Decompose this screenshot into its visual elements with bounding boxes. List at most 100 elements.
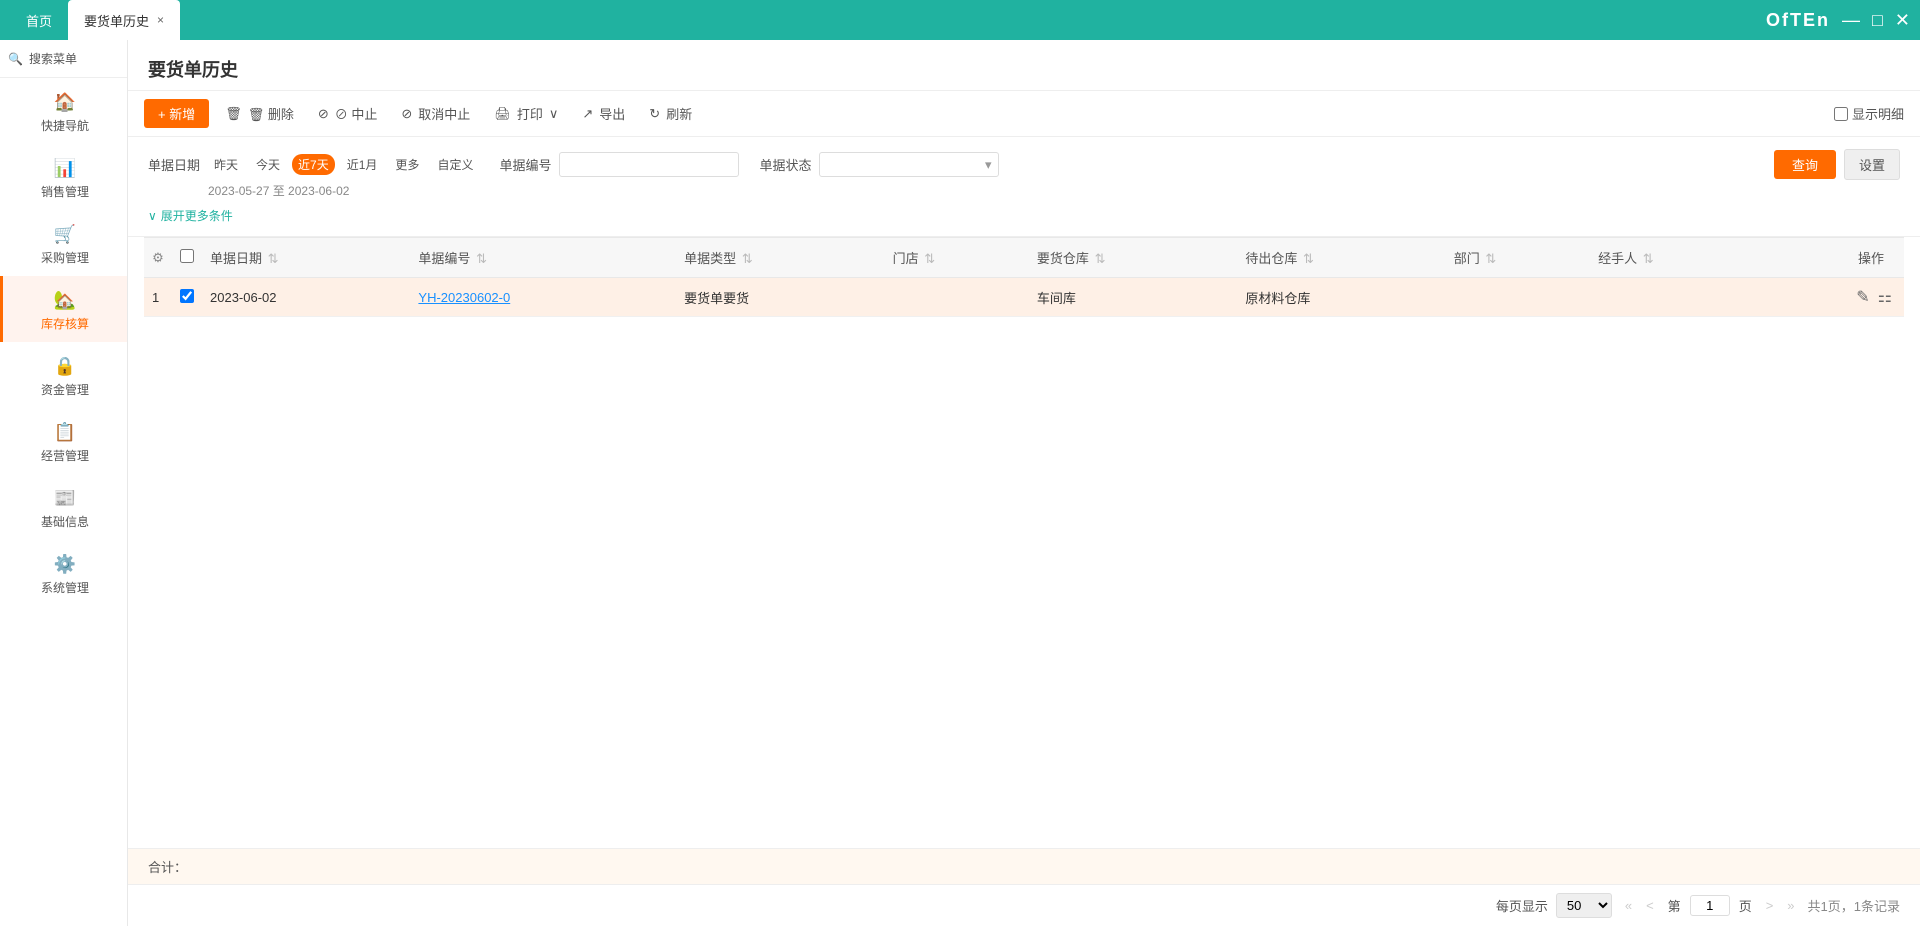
table-body: 1 2023-06-02 YH-20230602-0 要货单要货 车间库 原材料… xyxy=(144,278,1904,317)
row-reqwarehouse: 车间库 xyxy=(1029,278,1237,317)
sidebar-item-inventory[interactable]: 🏡 库存核算 xyxy=(0,276,127,342)
show-detail-label: 显示明细 xyxy=(1852,104,1904,123)
sidebar-item-label: 资金管理 xyxy=(41,381,89,398)
row-actions: ✎ ⚏ xyxy=(1766,278,1904,317)
top-bar: 首页 要货单历史 × OfTEn — □ ✕ xyxy=(0,0,1920,40)
export-icon: ↗ xyxy=(582,106,593,122)
sidebar-item-basic[interactable]: 📰 基础信息 xyxy=(0,474,127,540)
brand-text: OfTEn xyxy=(1766,10,1830,31)
sidebar-item-system[interactable]: ⚙️ 系统管理 xyxy=(0,540,127,606)
sort-pendingwh-icon[interactable]: ⇅ xyxy=(1303,251,1314,266)
page-input[interactable] xyxy=(1690,895,1730,916)
status-select[interactable] xyxy=(819,152,999,177)
page-unit: 页 xyxy=(1734,894,1757,917)
shortcut-custom[interactable]: 自定义 xyxy=(431,154,479,175)
sort-dept-icon[interactable]: ⇅ xyxy=(1485,251,1496,266)
col-docno: 单据编号 ⇅ xyxy=(410,238,676,278)
refresh-button[interactable]: ↻ 刷新 xyxy=(641,100,700,127)
sort-handler-icon[interactable]: ⇅ xyxy=(1643,251,1654,266)
filter-actions: 查询 设置 xyxy=(1774,149,1900,180)
sidebar-item-operation[interactable]: 📋 经营管理 xyxy=(0,408,127,474)
sidebar-item-sales[interactable]: 📊 销售管理 xyxy=(0,144,127,210)
new-button[interactable]: + 新增 xyxy=(144,99,209,128)
col-settings[interactable]: ⚙ xyxy=(144,238,172,278)
sidebar-item-label: 系统管理 xyxy=(41,579,89,596)
tab-home[interactable]: 首页 xyxy=(10,0,68,40)
content-header: 要货单历史 xyxy=(128,40,1920,91)
shortcut-more[interactable]: 更多 xyxy=(389,154,425,175)
docno-input[interactable] xyxy=(559,152,739,177)
next-page-btn[interactable]: > xyxy=(1761,896,1779,915)
row-select-checkbox[interactable] xyxy=(180,289,194,303)
main-table: ⚙ 单据日期 ⇅ 单据编号 ⇅ 单据类型 xyxy=(144,237,1904,317)
system-icon: ⚙️ xyxy=(54,554,76,575)
print-button[interactable]: 🖨 打印 ∨ xyxy=(486,100,566,127)
quick-nav-icon: 🏠 xyxy=(54,92,76,113)
col-store: 门店 ⇅ xyxy=(885,238,1029,278)
close-icon[interactable]: ✕ xyxy=(1895,10,1910,31)
docno-filter: 单据编号 xyxy=(499,152,739,177)
basic-icon: 📰 xyxy=(54,488,76,509)
setting-button[interactable]: 设置 xyxy=(1844,149,1900,180)
sidebar-item-label: 库存核算 xyxy=(41,315,89,332)
status-select-wrap xyxy=(819,152,999,177)
col-date: 单据日期 ⇅ xyxy=(202,238,410,278)
sort-reqwh-icon[interactable]: ⇅ xyxy=(1095,251,1106,266)
sidebar-search[interactable]: 🔍 搜索菜单 xyxy=(0,40,127,78)
content-area: 要货单历史 + 新增 🗑 🗑 删除 ⊘ ⊘ 中止 ⊘ 取消中止 🖨 打印 ∨ xyxy=(128,40,1920,926)
sidebar-item-purchase[interactable]: 🛒 采购管理 xyxy=(0,210,127,276)
filter-row: 单据日期 昨天 今天 近7天 近1月 更多 自定义 单据编号 xyxy=(148,149,1900,180)
pagination-info: 共1页，1条记录 xyxy=(1808,896,1900,915)
sort-store-icon[interactable]: ⇅ xyxy=(924,251,935,266)
show-detail-checkbox[interactable] xyxy=(1834,107,1848,121)
minimize-icon[interactable]: — xyxy=(1842,10,1860,31)
sidebar-search-label: 搜索菜单 xyxy=(29,50,77,67)
stop-button[interactable]: ⊘ ⊘ 中止 xyxy=(310,100,386,127)
expand-more[interactable]: ∨ 展开更多条件 xyxy=(148,207,1900,224)
sidebar: 🔍 搜索菜单 🏠 快捷导航 📊 销售管理 🛒 采购管理 🏡 库存核算 🔒 资金管… xyxy=(0,40,128,926)
sidebar-item-finance[interactable]: 🔒 资金管理 xyxy=(0,342,127,408)
sort-docno-icon[interactable]: ⇅ xyxy=(476,251,487,266)
stop-icon: ⊘ xyxy=(318,106,329,122)
docno-label: 单据编号 xyxy=(499,155,551,174)
sort-doctype-icon[interactable]: ⇅ xyxy=(742,251,753,266)
page-label: 第 xyxy=(1663,894,1686,917)
query-button[interactable]: 查询 xyxy=(1774,150,1836,179)
top-bar-right: OfTEn — □ ✕ xyxy=(1766,10,1910,31)
tab-active[interactable]: 要货单历史 × xyxy=(68,0,180,40)
cancel-stop-button[interactable]: ⊘ 取消中止 xyxy=(393,100,478,127)
pagination: 每页显示 50 100 « < 第 页 > » 共1页，1条记录 xyxy=(128,884,1920,926)
last-page-btn[interactable]: » xyxy=(1782,896,1799,915)
col-pendingwarehouse: 待出仓库 ⇅ xyxy=(1237,238,1445,278)
select-all-checkbox[interactable] xyxy=(180,249,194,263)
row-docno[interactable]: YH-20230602-0 xyxy=(410,278,676,317)
shortcut-yesterday[interactable]: 昨天 xyxy=(208,154,244,175)
export-button[interactable]: ↗ 导出 xyxy=(574,100,633,127)
tab-close-icon[interactable]: × xyxy=(157,13,164,27)
row-doctype: 要货单要货 xyxy=(676,278,884,317)
col-dept: 部门 ⇅ xyxy=(1446,238,1590,278)
detail-icon[interactable]: ⚏ xyxy=(1878,287,1892,307)
shortcut-today[interactable]: 今天 xyxy=(250,154,286,175)
main-layout: 🔍 搜索菜单 🏠 快捷导航 📊 销售管理 🛒 采购管理 🏡 库存核算 🔒 资金管… xyxy=(0,40,1920,926)
sidebar-item-quick-nav[interactable]: 🏠 快捷导航 xyxy=(0,78,127,144)
sort-date-icon[interactable]: ⇅ xyxy=(268,251,279,266)
delete-icon: 🗑 xyxy=(225,106,242,122)
finance-icon: 🔒 xyxy=(54,356,76,377)
shortcut-1month[interactable]: 近1月 xyxy=(341,154,384,175)
maximize-icon[interactable]: □ xyxy=(1872,10,1883,31)
table-head: ⚙ 单据日期 ⇅ 单据编号 ⇅ 单据类型 xyxy=(144,238,1904,278)
row-checkbox xyxy=(172,278,202,317)
first-page-btn[interactable]: « xyxy=(1620,896,1637,915)
sidebar-item-label: 销售管理 xyxy=(41,183,89,200)
row-store xyxy=(885,278,1029,317)
operation-icon: 📋 xyxy=(54,422,76,443)
edit-icon[interactable]: ✎ xyxy=(1856,287,1869,307)
print-icon: 🖨 xyxy=(494,106,511,122)
prev-page-btn[interactable]: < xyxy=(1641,896,1659,915)
page-title: 要货单历史 xyxy=(148,56,1900,82)
per-page-select[interactable]: 50 100 xyxy=(1556,893,1612,918)
show-detail-checkbox-group: 显示明细 xyxy=(1834,104,1904,123)
shortcut-7days[interactable]: 近7天 xyxy=(292,154,335,175)
delete-button[interactable]: 🗑 🗑 删除 xyxy=(217,100,302,127)
